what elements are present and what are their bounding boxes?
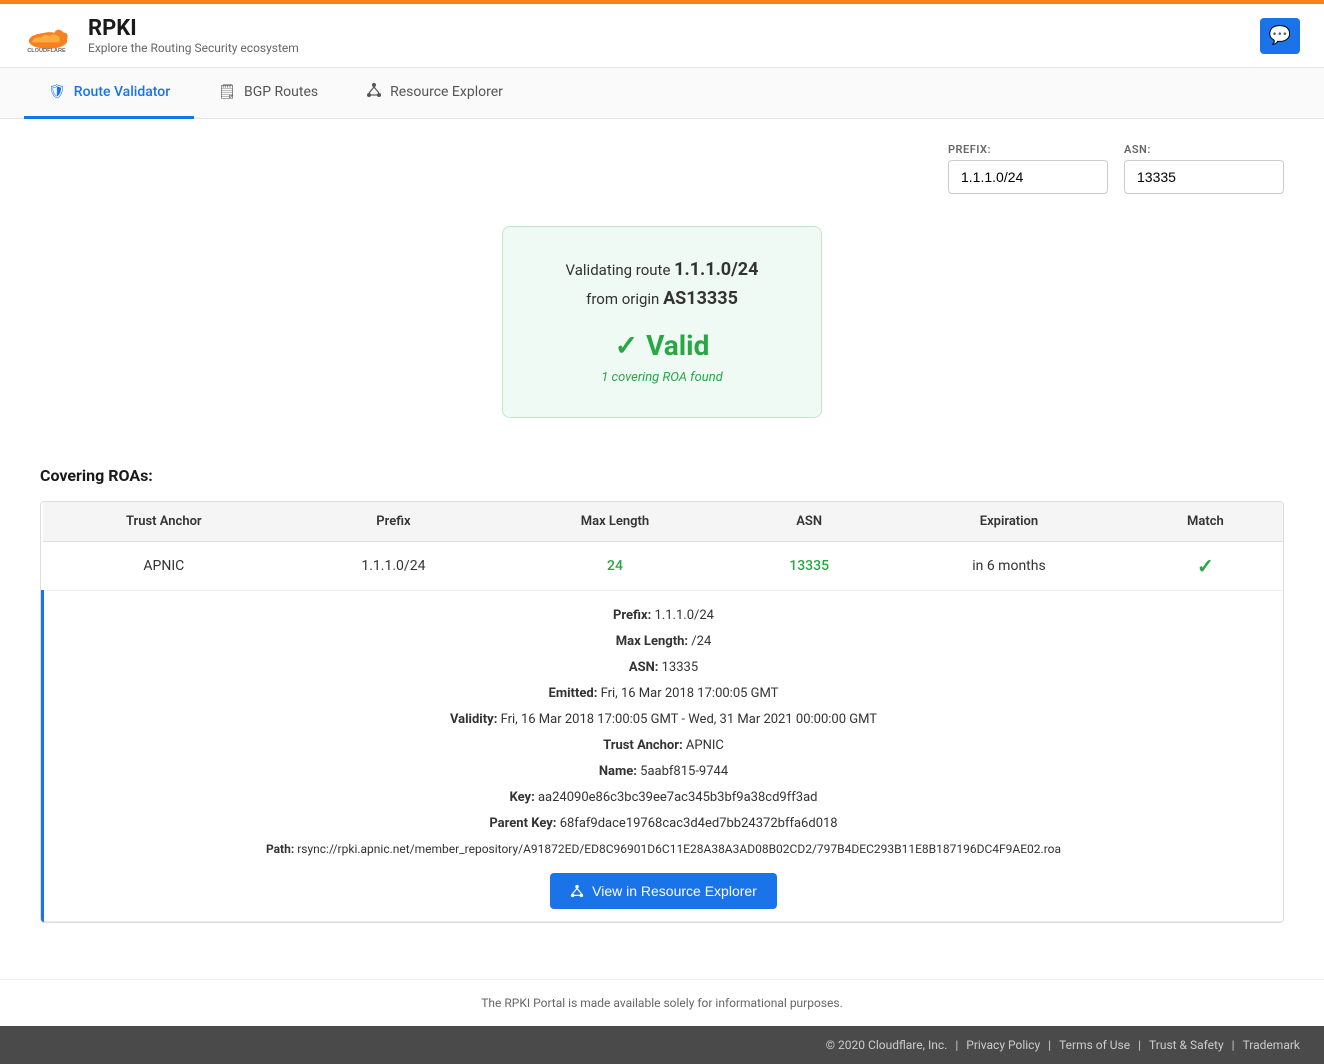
validation-status: ✓ Valid <box>543 329 781 362</box>
shield-icon: 🛡 <box>48 84 66 100</box>
calendar-icon: 🗒 <box>218 84 236 100</box>
detail-validity: Validity: Fri, 16 Mar 2018 17:00:05 GMT … <box>60 707 1267 733</box>
prefix-group: PREFIX: <box>948 143 1108 194</box>
header-left: CLOUDFLARE RPKI Explore the Routing Secu… <box>24 16 299 55</box>
prefix-label: PREFIX: <box>948 143 1108 156</box>
header: CLOUDFLARE RPKI Explore the Routing Secu… <box>0 4 1324 68</box>
col-expiration: Expiration <box>890 502 1128 542</box>
col-max-length: Max Length <box>502 502 729 542</box>
nav-route-validator[interactable]: 🛡 Route Validator <box>24 68 194 119</box>
detail-row: Prefix: 1.1.1.0/24 Max Length: /24 ASN: … <box>43 591 1284 922</box>
chat-button[interactable]: 💬 <box>1260 18 1300 54</box>
trust-safety-link[interactable]: Trust & Safety <box>1149 1038 1224 1052</box>
detail-content: Prefix: 1.1.1.0/24 Max Length: /24 ASN: … <box>60 603 1267 861</box>
cell-max-length: 24 <box>502 542 729 591</box>
cell-trust-anchor: APNIC <box>43 542 286 591</box>
main-content: PREFIX: ASN: Validating route 1.1.1.0/24… <box>0 119 1324 947</box>
privacy-policy-link[interactable]: Privacy Policy <box>966 1038 1040 1052</box>
asn-group: ASN: <box>1124 143 1284 194</box>
cloudflare-logo: CLOUDFLARE <box>24 18 72 54</box>
col-match: Match <box>1128 502 1283 542</box>
footer-info: The RPKI Portal is made available solely… <box>0 979 1324 1026</box>
main-nav: 🛡 Route Validator 🗒 BGP Routes Resource … <box>0 68 1324 119</box>
brand-text: RPKI Explore the Routing Security ecosys… <box>88 16 299 55</box>
chat-icon: 💬 <box>1269 25 1291 46</box>
col-trust-anchor: Trust Anchor <box>43 502 286 542</box>
brand-title: RPKI <box>88 16 299 41</box>
prefix-input[interactable] <box>948 160 1108 194</box>
cell-asn: 13335 <box>728 542 890 591</box>
col-prefix: Prefix <box>285 502 502 542</box>
roa-found: 1 covering ROA found <box>543 370 781 385</box>
origin-value: AS13335 <box>663 288 738 309</box>
check-icon: ✓ <box>615 329 638 362</box>
nav-bgp-routes[interactable]: 🗒 BGP Routes <box>194 68 342 119</box>
trademark-link[interactable]: Trademark <box>1243 1038 1300 1052</box>
detail-key: Key: aa24090e86c3bc39ee7ac345b3bf9a38cd9… <box>60 785 1267 811</box>
nav-resource-explorer[interactable]: Resource Explorer <box>342 68 527 119</box>
logo-area: CLOUDFLARE <box>24 18 72 54</box>
footer-links: © 2020 Cloudflare, Inc. | Privacy Policy… <box>0 1026 1324 1064</box>
covering-roas-title: Covering ROAs: <box>40 466 1284 485</box>
detail-prefix: Prefix: 1.1.1.0/24 <box>60 603 1267 629</box>
cell-expiration: in 6 months <box>890 542 1128 591</box>
svg-text:CLOUDFLARE: CLOUDFLARE <box>27 48 66 54</box>
terms-of-use-link[interactable]: Terms of Use <box>1059 1038 1130 1052</box>
asn-input[interactable] <box>1124 160 1284 194</box>
detail-parent-key: Parent Key: 68faf9dace19768cac3d4ed7bb24… <box>60 811 1267 837</box>
detail-trust-anchor: Trust Anchor: APNIC <box>60 733 1267 759</box>
col-asn: ASN <box>728 502 890 542</box>
detail-path: Path: rsync://rpki.apnic.net/member_repo… <box>60 837 1267 861</box>
view-resource-explorer-button[interactable]: View in Resource Explorer <box>550 873 777 909</box>
detail-max-length: Max Length: /24 <box>60 629 1267 655</box>
detail-name: Name: 5aabf815-9744 <box>60 759 1267 785</box>
resource-explorer-icon <box>570 884 584 898</box>
network-icon <box>366 82 382 102</box>
covering-roas-table: Trust Anchor Prefix Max Length ASN Expir… <box>40 501 1284 923</box>
table-header-row: Trust Anchor Prefix Max Length ASN Expir… <box>43 502 1284 542</box>
detail-cell: Prefix: 1.1.1.0/24 Max Length: /24 ASN: … <box>43 591 1284 922</box>
route-line: Validating route 1.1.1.0/24 <box>543 259 781 280</box>
brand-subtitle: Explore the Routing Security ecosystem <box>88 41 299 55</box>
origin-line: from origin AS13335 <box>543 288 781 309</box>
detail-emitted: Emitted: Fri, 16 Mar 2018 17:00:05 GMT <box>60 681 1267 707</box>
detail-asn: ASN: 13335 <box>60 655 1267 681</box>
cell-match: ✓ <box>1128 542 1283 591</box>
route-value: 1.1.1.0/24 <box>674 259 758 280</box>
asn-label: ASN: <box>1124 143 1284 156</box>
copyright: © 2020 Cloudflare, Inc. <box>826 1038 948 1052</box>
cell-prefix: 1.1.1.0/24 <box>285 542 502 591</box>
inputs-row: PREFIX: ASN: <box>40 143 1284 194</box>
validation-card: Validating route 1.1.1.0/24 from origin … <box>502 226 822 418</box>
table-row: APNIC 1.1.1.0/24 24 13335 in 6 months ✓ <box>43 542 1284 591</box>
